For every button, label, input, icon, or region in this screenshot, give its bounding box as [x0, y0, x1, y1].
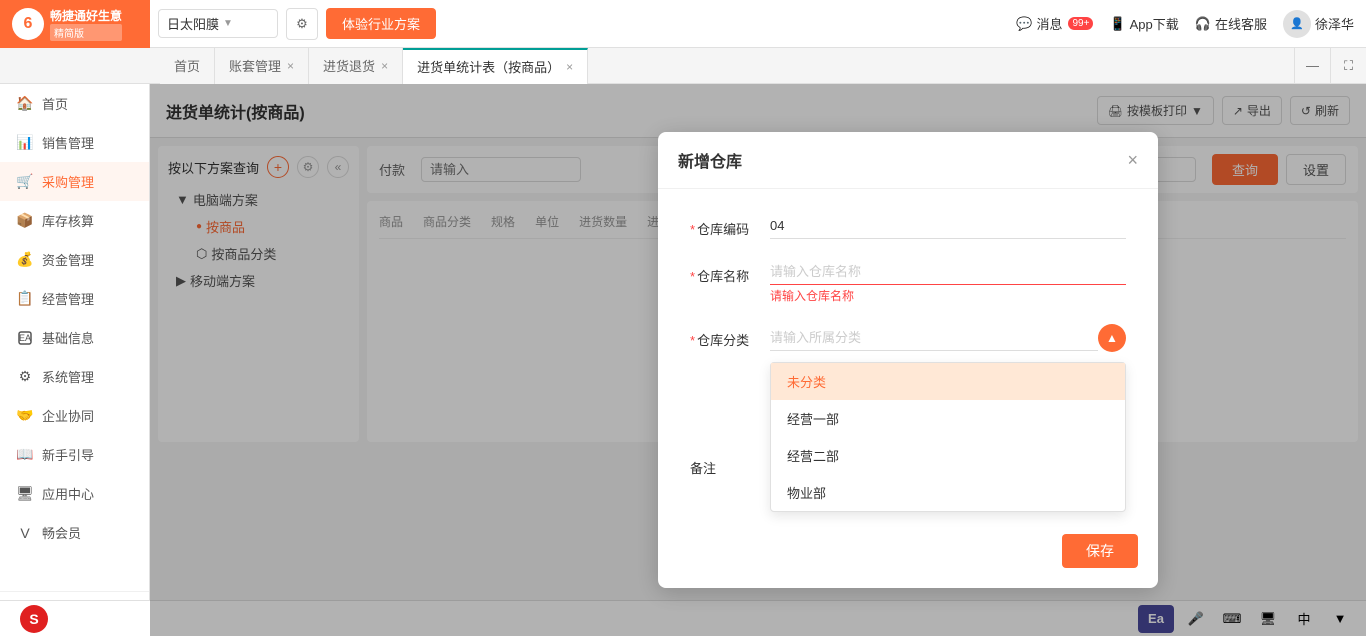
name-input[interactable] [770, 259, 1126, 285]
online-service-button[interactable]: 🎧 在线客服 [1195, 14, 1267, 33]
operations-icon: 📋 [16, 290, 34, 308]
message-icon: 💬 [1016, 16, 1032, 32]
form-group-code: 仓库编码 [690, 213, 1126, 239]
sidebar: 🏠 首页 📊 销售管理 🛒 采购管理 📦 库存核算 💰 资金管理 📋 经营管理 … [0, 84, 150, 636]
trial-button[interactable]: 体验行业方案 [326, 8, 436, 39]
system-icon: ⚙ [16, 368, 34, 386]
sidebar-item-enterprise[interactable]: 🤝 企业协同 [0, 396, 149, 435]
tab-purchase-return[interactable]: 进货退货 × [309, 48, 403, 84]
sidebar-item-membership[interactable]: V 畅会员 [0, 513, 149, 552]
sales-icon: 📊 [16, 134, 34, 152]
name-error-wrapper: 请输入仓库名称 [690, 285, 854, 304]
settings-button[interactable]: ⚙ [286, 8, 318, 40]
dropdown-item-dept1[interactable]: 经营一部 [771, 400, 1125, 437]
sidebar-item-sales[interactable]: 📊 销售管理 [0, 123, 149, 162]
name-row: 仓库名称 [690, 259, 1126, 285]
sidebar-item-home[interactable]: 🏠 首页 [0, 84, 149, 123]
user-profile[interactable]: 👤 徐泽华 [1283, 10, 1354, 38]
modal-footer: 保存 [658, 522, 1158, 588]
store-dropdown-arrow: ▼ [223, 18, 233, 29]
tab-minimize-button[interactable]: — [1294, 48, 1330, 84]
logo-text: 畅捷通好生意 精简版 [50, 7, 122, 41]
top-right-area: 💬 消息 99+ 📱 App下载 🎧 在线客服 👤 徐泽华 [1016, 10, 1354, 38]
category-arrow-button[interactable]: ▲ [1098, 324, 1126, 352]
modal-header: 新增仓库 × [658, 132, 1158, 189]
guide-icon: 📖 [16, 446, 34, 464]
code-input[interactable] [770, 213, 1126, 239]
sidebar-item-finance[interactable]: 💰 资金管理 [0, 240, 149, 279]
dropdown-item-uncategorized[interactable]: 未分类 [771, 363, 1125, 400]
tab-purchase-stats[interactable]: 进货单统计表（按商品） × [403, 48, 588, 84]
logo-icon: 6 [12, 8, 44, 40]
tab-expand-button[interactable]: ⛶ [1330, 48, 1366, 84]
sidebar-item-purchase[interactable]: 🛒 采购管理 [0, 162, 149, 201]
logo-area: 6 畅捷通好生意 精简版 [0, 0, 150, 48]
info-icon: EA [16, 329, 34, 347]
bottom-left: S [12, 605, 48, 633]
sidebar-item-apps[interactable]: 🖥 应用中心 [0, 474, 149, 513]
sogou-icon[interactable]: S [20, 605, 48, 633]
svg-text:EA: EA [19, 333, 31, 343]
tab-controls: — ⛶ [1294, 48, 1366, 84]
content-area: 进货单统计(按商品) 🖨 按模板打印 ▼ ↗ 导出 ↺ 刷新 [150, 84, 1366, 636]
tab-close-return[interactable]: × [381, 59, 388, 73]
tab-home[interactable]: 首页 [160, 48, 215, 84]
home-icon: 🏠 [16, 95, 34, 113]
category-dropdown: 未分类 经营一部 经营二部 物业部 [770, 362, 1126, 512]
modal-title: 新增仓库 [678, 148, 742, 172]
headset-icon: 🎧 [1195, 16, 1211, 32]
phone-icon: 📱 [1109, 16, 1125, 32]
main-layout: 🏠 首页 📊 销售管理 🛒 采购管理 📦 库存核算 💰 资金管理 📋 经营管理 … [0, 84, 1366, 636]
dropdown-item-dept2[interactable]: 经营二部 [771, 437, 1125, 474]
sidebar-item-operations[interactable]: 📋 经营管理 [0, 279, 149, 318]
inventory-icon: 📦 [16, 212, 34, 230]
new-warehouse-modal: 新增仓库 × 仓库编码 仓库名称 请输入仓库名称 [658, 132, 1158, 588]
store-selector[interactable]: 日太阳膜 ▼ [158, 9, 278, 38]
note-label: 备注 [690, 452, 770, 477]
sidebar-item-basic-info[interactable]: EA 基础信息 [0, 318, 149, 357]
top-bar: 6 畅捷通好生意 精简版 日太阳膜 ▼ ⚙ 体验行业方案 💬 消息 99+ 📱 … [0, 0, 1366, 48]
sidebar-item-guide[interactable]: 📖 新手引导 [0, 435, 149, 474]
finance-icon: 💰 [16, 251, 34, 269]
save-button[interactable]: 保存 [1062, 534, 1138, 568]
form-group-name: 仓库名称 请输入仓库名称 [690, 259, 1126, 304]
sidebar-item-system[interactable]: ⚙ 系统管理 [0, 357, 149, 396]
modal-body: 仓库编码 仓库名称 请输入仓库名称 仓库分类 [658, 189, 1158, 522]
purchase-icon: 🛒 [16, 173, 34, 191]
modal-close-button[interactable]: × [1127, 151, 1138, 169]
sidebar-item-inventory[interactable]: 📦 库存核算 [0, 201, 149, 240]
name-label: 仓库名称 [690, 260, 770, 285]
tab-bar: 首页 账套管理 × 进货退货 × 进货单统计表（按商品） × — ⛶ [0, 48, 1366, 84]
tab-account[interactable]: 账套管理 × [215, 48, 309, 84]
apps-icon: 🖥 [16, 485, 34, 503]
avatar: 👤 [1283, 10, 1311, 38]
name-error-message: 请输入仓库名称 [770, 287, 854, 304]
category-select-wrapper: ▲ [770, 324, 1126, 352]
dropdown-item-property[interactable]: 物业部 [771, 474, 1125, 511]
category-label: 仓库分类 [690, 324, 770, 349]
tab-close-stats[interactable]: × [566, 60, 573, 74]
tab-close-account[interactable]: × [287, 59, 294, 73]
app-download-button[interactable]: 📱 App下载 [1109, 14, 1178, 33]
code-label: 仓库编码 [690, 213, 770, 238]
messages-button[interactable]: 💬 消息 99+ [1016, 14, 1093, 33]
membership-icon: V [16, 524, 34, 542]
form-group-category: 仓库分类 ▲ 未分类 经营一部 经营二部 物业部 [690, 324, 1126, 352]
category-input[interactable] [770, 325, 1098, 351]
enterprise-icon: 🤝 [16, 407, 34, 425]
